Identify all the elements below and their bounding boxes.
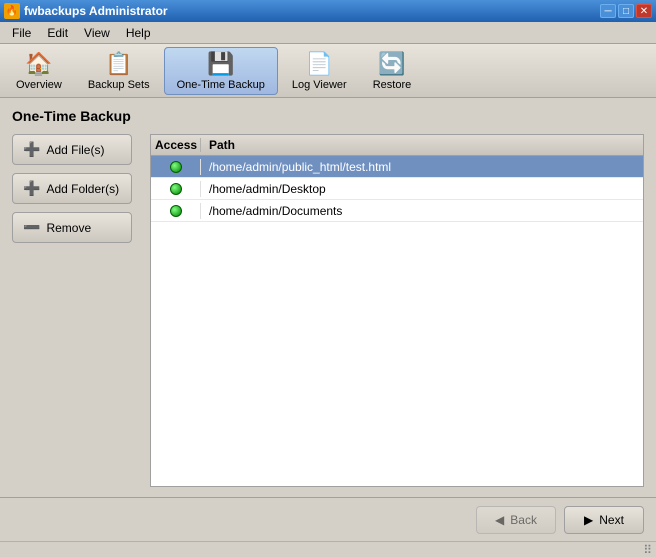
toolbar-one-time-backup[interactable]: 💾 One-Time Backup <box>164 47 278 95</box>
toolbar-overview[interactable]: 🏠 Overview <box>4 47 74 95</box>
one-time-backup-icon: 💾 <box>207 51 234 77</box>
close-button[interactable]: ✕ <box>636 4 652 18</box>
access-cell <box>151 203 201 219</box>
access-dot <box>170 161 182 173</box>
window-title: fwbackups Administrator <box>24 4 168 18</box>
path-cell: /home/admin/Documents <box>201 202 643 220</box>
restore-icon: 🔄 <box>378 51 405 77</box>
overview-label: Overview <box>16 79 62 91</box>
window-controls[interactable]: ─ □ ✕ <box>600 4 652 18</box>
main-area: ➕ Add File(s) ➕ Add Folder(s) ➖ Remove A… <box>12 134 644 487</box>
toolbar-backup-sets[interactable]: 📋 Backup Sets <box>76 47 162 95</box>
menu-edit[interactable]: Edit <box>39 24 76 42</box>
toolbar: 🏠 Overview 📋 Backup Sets 💾 One-Time Back… <box>0 44 656 98</box>
restore-label: Restore <box>373 79 412 91</box>
remove-icon: ➖ <box>23 219 40 236</box>
table-row[interactable]: /home/admin/Desktop <box>151 178 643 200</box>
backup-sets-label: Backup Sets <box>88 79 150 91</box>
add-folder-icon: ➕ <box>23 180 40 197</box>
menu-file[interactable]: File <box>4 24 39 42</box>
page-title: One-Time Backup <box>12 108 644 124</box>
menu-bar: File Edit View Help <box>0 22 656 44</box>
table-row[interactable]: /home/admin/public_html/test.html <box>151 156 643 178</box>
status-bar: ⠿ <box>0 541 656 557</box>
file-list-scroll[interactable]: /home/admin/public_html/test.html/home/a… <box>151 156 643 486</box>
toolbar-log-viewer[interactable]: 📄 Log Viewer <box>280 47 359 95</box>
log-viewer-label: Log Viewer <box>292 79 347 91</box>
path-cell: /home/admin/Desktop <box>201 180 643 198</box>
table-row[interactable]: /home/admin/Documents <box>151 200 643 222</box>
content-area: One-Time Backup ➕ Add File(s) ➕ Add Fold… <box>0 98 656 497</box>
one-time-backup-label: One-Time Backup <box>177 79 265 91</box>
back-button[interactable]: ◀ Back <box>476 506 556 534</box>
bottom-bar: ◀ Back ▶ Next <box>0 497 656 541</box>
toolbar-restore[interactable]: 🔄 Restore <box>361 47 424 95</box>
left-panel: ➕ Add File(s) ➕ Add Folder(s) ➖ Remove <box>12 134 142 487</box>
col-path-header: Path <box>201 138 643 152</box>
path-cell: /home/admin/public_html/test.html <box>201 158 643 176</box>
overview-icon: 🏠 <box>25 51 52 77</box>
back-arrow-icon: ◀ <box>495 513 504 527</box>
minimize-button[interactable]: ─ <box>600 4 616 18</box>
add-folder-button[interactable]: ➕ Add Folder(s) <box>12 173 132 204</box>
remove-button[interactable]: ➖ Remove <box>12 212 132 243</box>
log-viewer-icon: 📄 <box>306 51 333 77</box>
backup-sets-icon: 📋 <box>105 51 132 77</box>
remove-label: Remove <box>46 221 91 235</box>
add-files-label: Add File(s) <box>46 143 104 157</box>
access-dot <box>170 205 182 217</box>
app-icon: 🔥 <box>4 3 20 19</box>
resize-grip: ⠿ <box>643 543 652 557</box>
col-access-header: Access <box>151 138 201 152</box>
title-bar: 🔥 fwbackups Administrator ─ □ ✕ <box>0 0 656 22</box>
next-arrow-icon: ▶ <box>584 513 593 527</box>
menu-help[interactable]: Help <box>118 24 159 42</box>
add-folder-label: Add Folder(s) <box>46 182 119 196</box>
next-label: Next <box>599 513 624 527</box>
add-files-icon: ➕ <box>23 141 40 158</box>
maximize-button[interactable]: □ <box>618 4 634 18</box>
access-dot <box>170 183 182 195</box>
file-list-area: Access Path /home/admin/public_html/test… <box>150 134 644 487</box>
access-cell <box>151 181 201 197</box>
next-button[interactable]: ▶ Next <box>564 506 644 534</box>
back-label: Back <box>510 513 537 527</box>
add-files-button[interactable]: ➕ Add File(s) <box>12 134 132 165</box>
title-bar-left: 🔥 fwbackups Administrator <box>4 3 168 19</box>
file-list-header: Access Path <box>151 135 643 156</box>
menu-view[interactable]: View <box>76 24 118 42</box>
access-cell <box>151 159 201 175</box>
